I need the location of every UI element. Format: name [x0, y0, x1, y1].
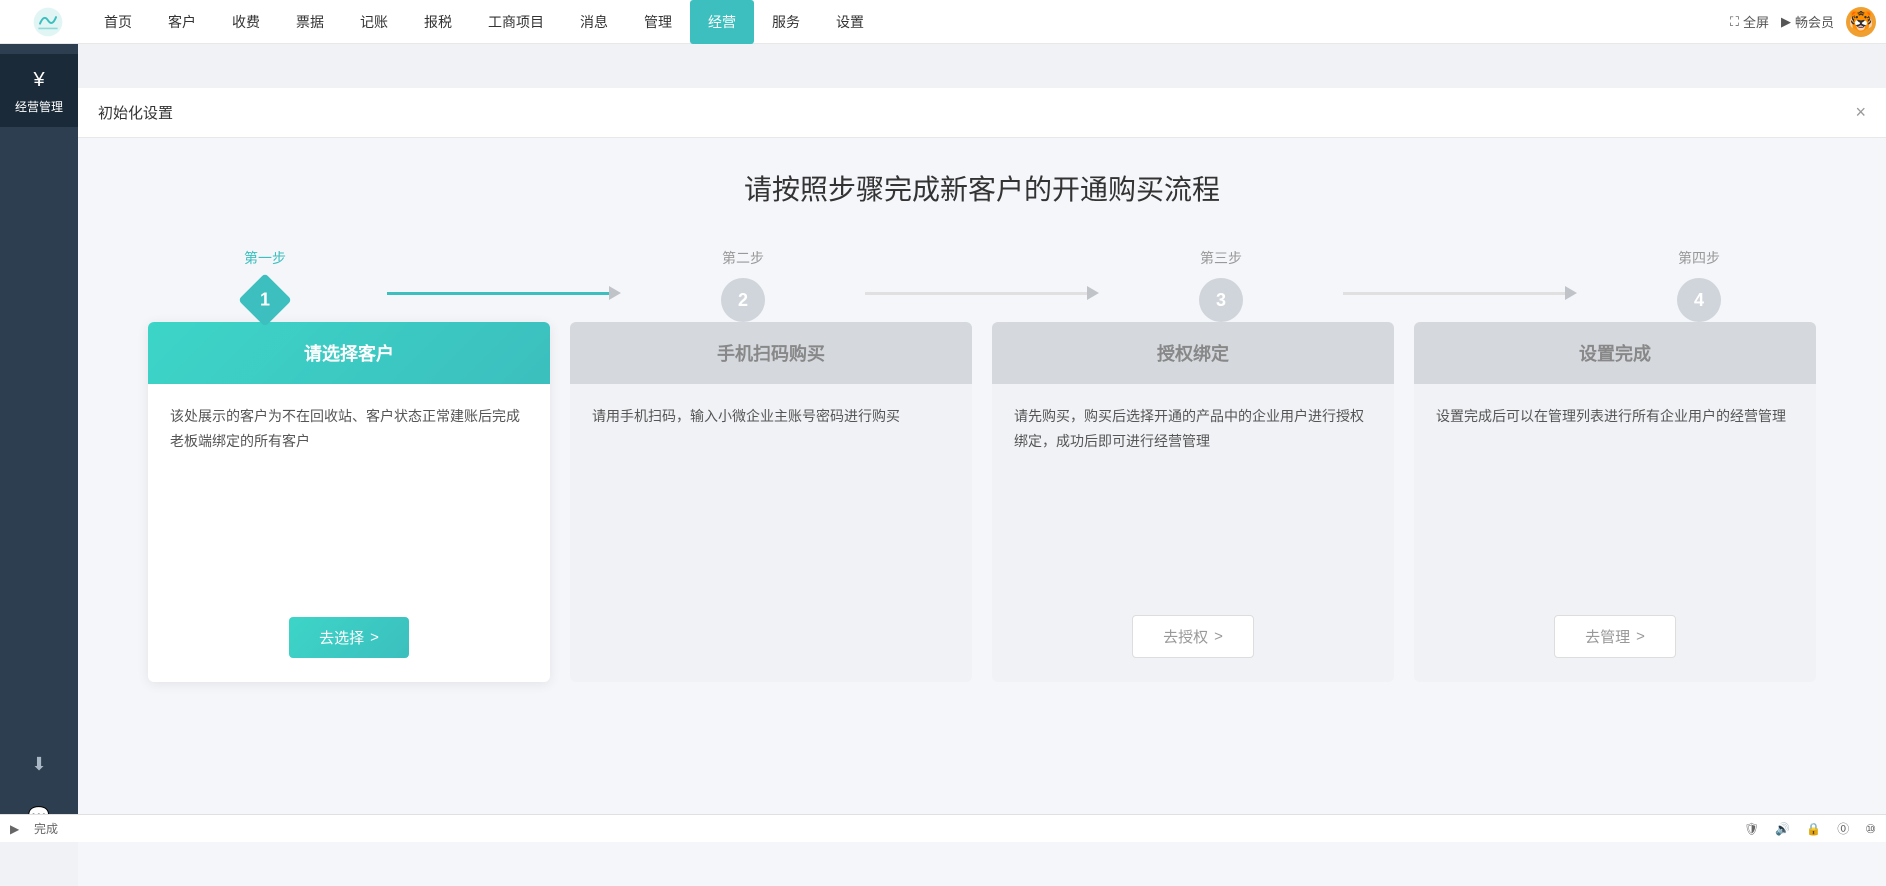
cards-row: 请选择客户 该处展示的客户为不在回收站、客户状态正常建账后完成老板端绑定的所有客…	[138, 322, 1826, 682]
step4-btn-label: 去管理	[1585, 626, 1630, 647]
avatar[interactable]: 🐯	[1846, 7, 1876, 37]
step3-label: 第三步	[1200, 248, 1242, 268]
wizard-title: 请按照步骤完成新客户的开通购买流程	[138, 168, 1826, 208]
nav-items: 首页 客户 收费 票据 记账 报税 工商项目 消息 管理 经营 服务 设置	[86, 0, 1730, 44]
shield-icon: 🛡	[1744, 822, 1759, 836]
sidebar-item-label: 经营管理	[15, 98, 63, 115]
nav-settings[interactable]: 设置	[818, 0, 882, 44]
step2-card-header: 手机扫码购买	[570, 322, 972, 384]
step2-card-body: 请用手机扫码，输入小微企业主账号密码进行购买	[570, 384, 972, 642]
step4-label: 第四步	[1678, 248, 1720, 268]
nav-customer[interactable]: 客户	[150, 0, 214, 44]
step1-card-body: 该处展示的客户为不在回收站、客户状态正常建账后完成老板端绑定的所有客户	[148, 384, 550, 601]
step1-card: 请选择客户 该处展示的客户为不在回收站、客户状态正常建账后完成老板端绑定的所有客…	[148, 322, 550, 682]
lock-icon: 🔒	[1806, 822, 1821, 836]
nav-message[interactable]: 消息	[562, 0, 626, 44]
step2-card: 手机扫码购买 请用手机扫码，输入小微企业主账号密码进行购买	[570, 322, 972, 682]
status-text: 完成	[34, 820, 58, 837]
sidebar-item-download[interactable]: ⬇	[0, 738, 78, 790]
status-right: 🛡 🔊 🔒 ⓪ ⑩	[1744, 820, 1876, 837]
nav-operation[interactable]: 经营	[690, 0, 754, 44]
nav-biz[interactable]: 工商项目	[470, 0, 562, 44]
fullscreen-label: 全屏	[1743, 12, 1769, 31]
step2-card-footer	[570, 642, 972, 682]
step1-btn-arrow: >	[370, 629, 379, 646]
nav-fee[interactable]: 收费	[214, 0, 278, 44]
member-btn[interactable]: ▶ 畅会员	[1781, 12, 1834, 31]
main-content: 初始化设置 × 请按照步骤完成新客户的开通购买流程 第一步 1 第二步 2	[78, 88, 1886, 886]
step2-circle: 2	[721, 278, 765, 322]
step3-circle: 3	[1199, 278, 1243, 322]
step4-card-footer: 去管理 >	[1414, 599, 1816, 682]
status-bar: ▶ 完成 🛡 🔊 🔒 ⓪ ⑩	[0, 814, 1886, 842]
step4-card: 设置完成 设置完成后可以在管理列表进行所有企业用户的经营管理 去管理 >	[1414, 322, 1816, 682]
step1-btn-label: 去选择	[319, 627, 364, 648]
nav-right: ⛶ 全屏 ▶ 畅会员 🐯	[1730, 7, 1876, 37]
page-header: 初始化设置 ×	[78, 88, 1886, 138]
fullscreen-icon: ⛶	[1730, 14, 1739, 30]
volume-icon: 🔊	[1775, 822, 1790, 836]
close-button[interactable]: ×	[1855, 102, 1866, 123]
sidebar-item-operation[interactable]: ¥ 经营管理	[0, 54, 78, 127]
step4-go-button[interactable]: 去管理 >	[1554, 615, 1676, 658]
nav-bookkeeping[interactable]: 记账	[342, 0, 406, 44]
page-title: 初始化设置	[98, 102, 173, 123]
nav-home[interactable]: 首页	[86, 0, 150, 44]
step3-card-header: 授权绑定	[992, 322, 1394, 384]
nav-manage[interactable]: 管理	[626, 0, 690, 44]
step2-label: 第二步	[722, 248, 764, 268]
step1-go-button[interactable]: 去选择 >	[289, 617, 409, 658]
member-label: 畅会员	[1795, 12, 1834, 31]
fullscreen-btn[interactable]: ⛶ 全屏	[1730, 12, 1769, 31]
download-icon: ⬇	[23, 750, 55, 778]
step1-card-header: 请选择客户	[148, 322, 550, 384]
nav-service[interactable]: 服务	[754, 0, 818, 44]
step1-circle: 1	[243, 278, 287, 322]
step3-card: 授权绑定 请先购买，购买后选择开通的产品中的企业用户进行授权绑定，成功后即可进行…	[992, 322, 1394, 682]
top-nav: 首页 客户 收费 票据 记账 报税 工商项目 消息 管理 经营 服务 设置 ⛶ …	[0, 0, 1886, 44]
wizard-container: 请按照步骤完成新客户的开通购买流程 第一步 1 第二步 2	[78, 138, 1886, 712]
nav-tax[interactable]: 报税	[406, 0, 470, 44]
step3-card-body: 请先购买，购买后选择开通的产品中的企业用户进行授权绑定，成功后即可进行经营管理	[992, 384, 1394, 599]
sidebar: ¥ 经营管理 ⬇ 💬	[0, 44, 78, 842]
counter-zero: ⓪	[1837, 820, 1849, 837]
step3-btn-arrow: >	[1214, 628, 1223, 645]
step4-circle: 4	[1677, 278, 1721, 322]
step1-label: 第一步	[244, 248, 286, 268]
step3-card-footer: 去授权 >	[992, 599, 1394, 682]
step4-card-header: 设置完成	[1414, 322, 1816, 384]
step4-card-body: 设置完成后可以在管理列表进行所有企业用户的经营管理	[1414, 384, 1816, 599]
status-left: ▶ 完成	[10, 820, 58, 837]
logo[interactable]	[10, 6, 86, 38]
step4-btn-arrow: >	[1636, 628, 1645, 645]
play-icon: ▶	[1781, 14, 1791, 30]
play-status-icon: ▶	[10, 821, 26, 837]
nav-invoice[interactable]: 票据	[278, 0, 342, 44]
step1-card-footer: 去选择 >	[148, 601, 550, 682]
counter-ten: ⑩	[1865, 822, 1876, 836]
step3-go-button[interactable]: 去授权 >	[1132, 615, 1254, 658]
yuan-icon: ¥	[23, 66, 55, 94]
step3-btn-label: 去授权	[1163, 626, 1208, 647]
